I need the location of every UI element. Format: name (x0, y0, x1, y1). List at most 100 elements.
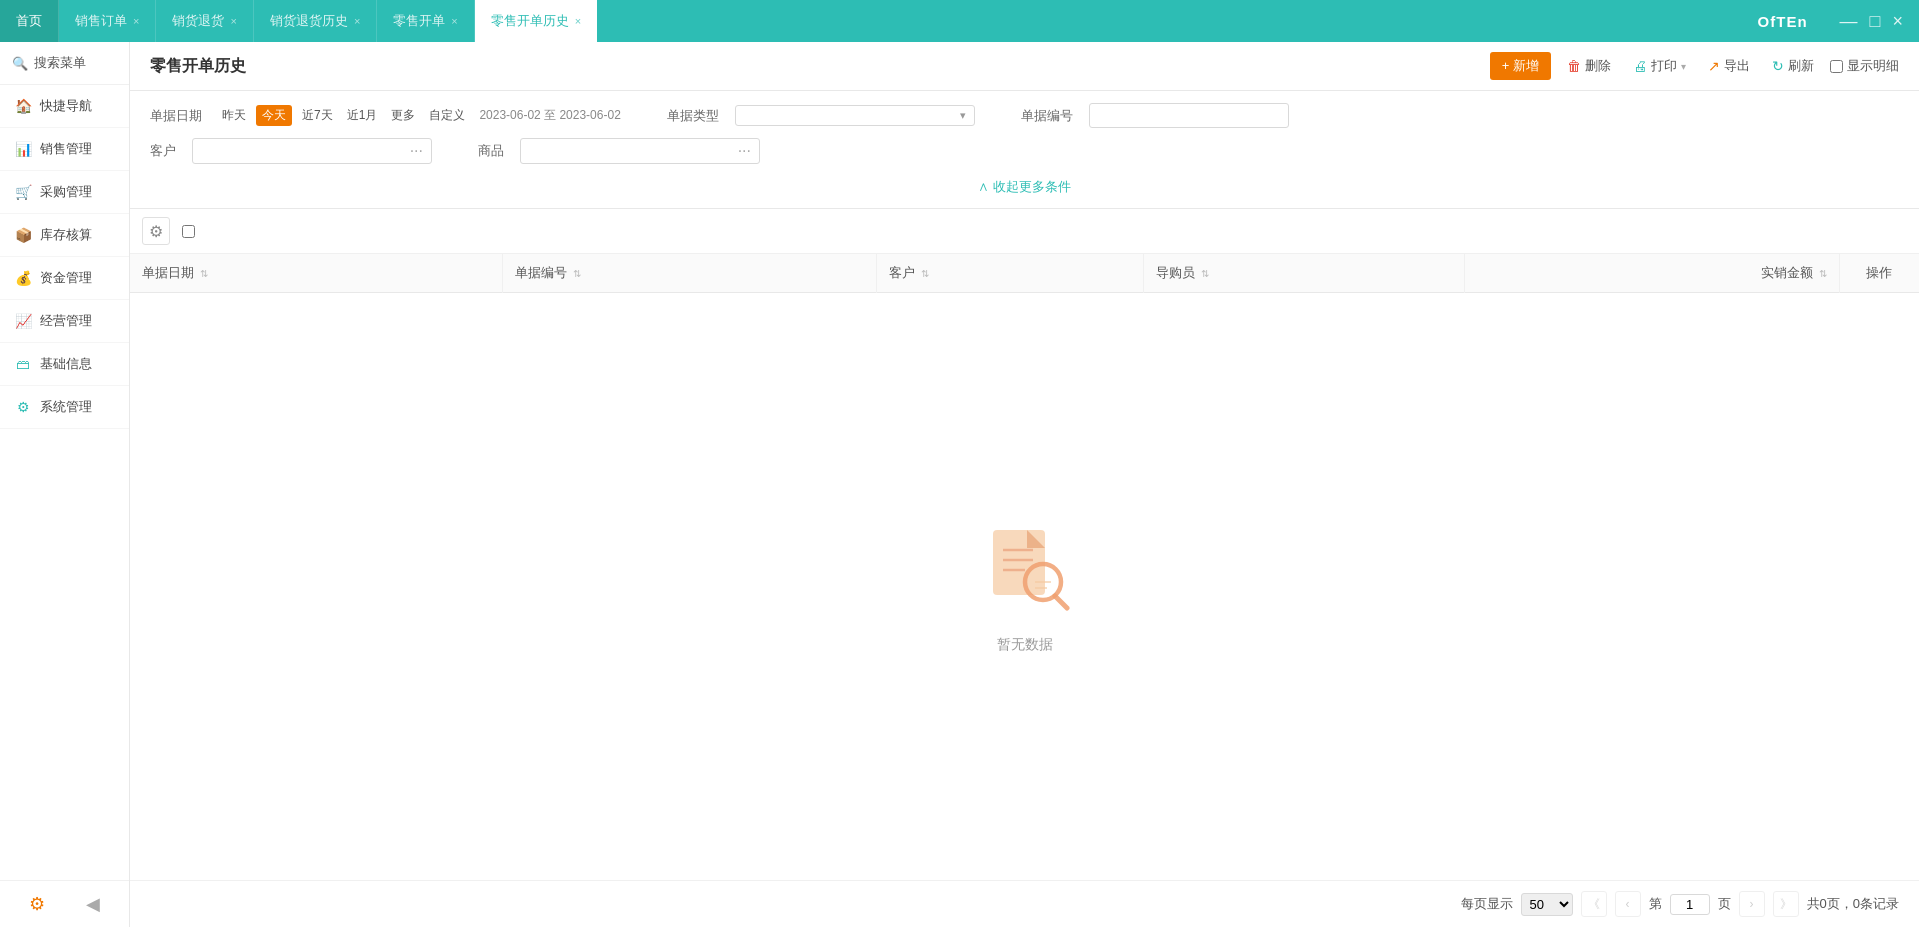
goods-dots-icon[interactable]: ··· (738, 142, 751, 160)
type-filter-select[interactable]: ▾ (735, 105, 975, 126)
th-action-label: 操作 (1866, 265, 1892, 280)
th-guide[interactable]: 导购员 ⇅ (1144, 254, 1465, 293)
prev-page-icon: ‹ (1626, 897, 1630, 911)
first-page-btn[interactable]: 《 (1581, 891, 1607, 917)
tab-bar-right: OfTEn — □ × (1758, 11, 1919, 32)
type-dropdown-icon: ▾ (960, 109, 966, 122)
filter-row-2: 客户 ··· 商品 ··· (150, 138, 1899, 164)
sidebar-item-purchase-mgmt-label: 采购管理 (40, 183, 92, 201)
sidebar-item-base-info[interactable]: 🗃 基础信息 (0, 343, 129, 386)
tab-sales-return-close[interactable]: × (230, 15, 236, 27)
tab-retail-open-history-close[interactable]: × (575, 15, 581, 27)
window-minimize[interactable]: — (1840, 11, 1858, 32)
brand-name: OfTEn (1758, 13, 1808, 30)
svg-line-6 (1055, 596, 1067, 608)
tab-sales-return[interactable]: 销货退货 × (156, 0, 253, 42)
export-button[interactable]: ↗ 导出 (1702, 53, 1756, 79)
collapse-bar[interactable]: ∧ 收起更多条件 (150, 174, 1899, 196)
goods-filter-input[interactable]: ··· (520, 138, 760, 164)
purchase-mgmt-icon: 🛒 (14, 183, 32, 201)
main-layout: 🔍 搜索菜单 🏠 快捷导航 📊 销售管理 🛒 采购管理 📦 库存核算 💰 资金管… (0, 42, 1919, 927)
page-header: 零售开单历史 + 新增 🗑 删除 🖨 打印 ▾ ↗ 导出 ↻ (130, 42, 1919, 91)
page-title: 零售开单历史 (150, 56, 246, 77)
select-all-checkbox[interactable] (182, 225, 195, 238)
tab-retail-open-history-label: 零售开单历史 (491, 12, 569, 30)
print-button[interactable]: 🖨 打印 ▾ (1627, 53, 1692, 79)
date-btn-today[interactable]: 今天 (256, 105, 292, 126)
sidebar-item-sys-mgmt[interactable]: ⚙ 系统管理 (0, 386, 129, 429)
sidebar-settings-icon[interactable]: ⚙ (29, 893, 45, 915)
tab-sales-return-history-close[interactable]: × (354, 15, 360, 27)
next-page-btn[interactable]: › (1739, 891, 1765, 917)
tab-home-label: 首页 (16, 12, 42, 30)
table-settings-icon[interactable]: ⚙ (142, 217, 170, 245)
th-date[interactable]: 单据日期 ⇅ (130, 254, 502, 293)
next-page-icon: › (1750, 897, 1754, 911)
th-action: 操作 (1839, 254, 1919, 293)
sidebar-item-quick-nav[interactable]: 🏠 快捷导航 (0, 85, 129, 128)
date-btn-yesterday[interactable]: 昨天 (218, 105, 250, 126)
tab-sales-return-history[interactable]: 销货退货历史 × (254, 0, 377, 42)
delete-label: 删除 (1585, 57, 1611, 75)
sidebar-item-sales-mgmt-label: 销售管理 (40, 140, 92, 158)
th-amount-sort[interactable]: ⇅ (1819, 268, 1827, 279)
toolbar-buttons: + 新增 🗑 删除 🖨 打印 ▾ ↗ 导出 ↻ 刷新 (1490, 52, 1899, 80)
date-btn-more[interactable]: 更多 (387, 105, 419, 126)
sidebar-collapse-icon[interactable]: ◀ (86, 893, 100, 915)
tab-retail-open-close[interactable]: × (451, 15, 457, 27)
sidebar-item-sales-mgmt[interactable]: 📊 销售管理 (0, 128, 129, 171)
sidebar-item-operations[interactable]: 📈 经营管理 (0, 300, 129, 343)
empty-text: 暂无数据 (997, 636, 1053, 654)
tab-retail-open[interactable]: 零售开单 × (377, 0, 474, 42)
window-maximize[interactable]: □ (1870, 11, 1881, 32)
sys-mgmt-icon: ⚙ (14, 398, 32, 416)
customer-dots-icon[interactable]: ··· (410, 142, 423, 160)
customer-filter-input[interactable]: ··· (192, 138, 432, 164)
prev-page-btn[interactable]: ‹ (1615, 891, 1641, 917)
sidebar-item-finance[interactable]: 💰 资金管理 (0, 257, 129, 300)
tab-retail-open-history[interactable]: 零售开单历史 × (475, 0, 597, 42)
refresh-button[interactable]: ↻ 刷新 (1766, 53, 1820, 79)
delete-icon: 🗑 (1567, 58, 1581, 74)
th-guide-sort[interactable]: ⇅ (1201, 268, 1209, 279)
date-btn-1month[interactable]: 近1月 (343, 105, 382, 126)
customer-filter-label: 客户 (150, 142, 176, 160)
inventory-icon: 📦 (14, 226, 32, 244)
page-summary: 共0页，0条记录 (1807, 895, 1899, 913)
table-container: ⚙ 单据日期 ⇅ 单据编号 ⇅ 客户 (130, 209, 1919, 880)
tab-sales-order-close[interactable]: × (133, 15, 139, 27)
per-page-select[interactable]: 50 100 200 (1521, 893, 1573, 916)
th-number-sort[interactable]: ⇅ (573, 268, 581, 279)
page-end-label: 页 (1718, 895, 1731, 913)
delete-button[interactable]: 🗑 删除 (1561, 53, 1617, 79)
th-customer-label: 客户 (889, 265, 915, 280)
sidebar: 🔍 搜索菜单 🏠 快捷导航 📊 销售管理 🛒 采购管理 📦 库存核算 💰 资金管… (0, 42, 130, 927)
filter-area: 单据日期 昨天 今天 近7天 近1月 更多 自定义 2023-06-02 至 2… (130, 91, 1919, 209)
th-guide-label: 导购员 (1156, 265, 1195, 280)
print-label: 打印 (1651, 57, 1677, 75)
th-number[interactable]: 单据编号 ⇅ (502, 254, 876, 293)
sidebar-item-purchase-mgmt[interactable]: 🛒 采购管理 (0, 171, 129, 214)
sales-mgmt-icon: 📊 (14, 140, 32, 158)
th-date-sort[interactable]: ⇅ (200, 268, 208, 279)
table-header-row: 单据日期 ⇅ 单据编号 ⇅ 客户 ⇅ 导购员 ⇅ (130, 254, 1919, 293)
tab-sales-order[interactable]: 销售订单 × (59, 0, 156, 42)
sidebar-item-inventory[interactable]: 📦 库存核算 (0, 214, 129, 257)
date-btn-custom[interactable]: 自定义 (425, 105, 469, 126)
th-customer-sort[interactable]: ⇅ (921, 268, 929, 279)
window-close[interactable]: × (1892, 11, 1903, 32)
th-number-label: 单据编号 (515, 265, 567, 280)
number-filter-input[interactable] (1089, 103, 1289, 128)
new-button[interactable]: + 新增 (1490, 52, 1551, 80)
refresh-icon: ↻ (1772, 58, 1784, 74)
quick-nav-icon: 🏠 (14, 97, 32, 115)
sidebar-search[interactable]: 🔍 搜索菜单 (0, 42, 129, 85)
show-detail-check[interactable]: 显示明细 (1830, 57, 1899, 75)
th-customer[interactable]: 客户 ⇅ (877, 254, 1144, 293)
th-amount[interactable]: 实销金额 ⇅ (1465, 254, 1839, 293)
date-btn-7days[interactable]: 近7天 (298, 105, 337, 126)
show-detail-checkbox[interactable] (1830, 60, 1843, 73)
tab-home[interactable]: 首页 (0, 0, 59, 42)
page-input[interactable] (1670, 894, 1710, 915)
last-page-btn[interactable]: 》 (1773, 891, 1799, 917)
